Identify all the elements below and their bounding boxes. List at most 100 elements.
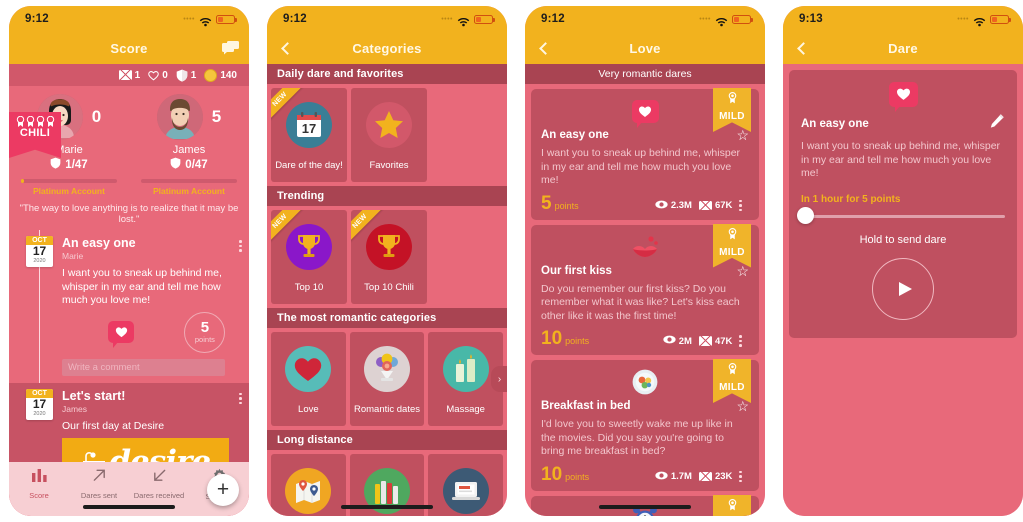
back-chevron-icon[interactable] (525, 41, 563, 55)
hold-instruction: Hold to send dare (859, 233, 947, 246)
back-chevron-icon[interactable] (783, 41, 821, 55)
stat-messages-value: 1 (134, 69, 141, 81)
home-indicator (341, 505, 433, 509)
tab-dares-received[interactable]: Dares received (129, 468, 189, 500)
feed-item[interactable]: OCT 17 2020 An easy one Marie I want you… (9, 230, 249, 383)
category-label: Favorites (369, 160, 409, 171)
bouquet-icon (364, 346, 410, 392)
battery-icon (216, 14, 237, 24)
comment-placeholder: Write a comment (68, 361, 140, 373)
category-label: Top 10 (294, 282, 324, 293)
category-card-favorites[interactable]: Favorites (351, 88, 427, 182)
send-arrow-icon (898, 281, 912, 296)
status-bar: 9:13 •••• (783, 6, 1023, 32)
back-chevron-icon[interactable] (267, 41, 305, 55)
category-card-top-10-chili[interactable]: NEW Top 10 Chili (351, 210, 427, 304)
quote-text: "The way to love anything is to realize … (19, 203, 239, 225)
dare-title-row: An easy one (801, 113, 1005, 134)
category-label: Dare of the day! (275, 160, 343, 171)
feed-author: James (62, 403, 88, 414)
sends-metric: 67K (698, 200, 732, 211)
signal-dots-icon: •••• (183, 15, 195, 23)
dare-title: An easy one (801, 117, 869, 130)
dare-slider-label: In 1 hour for 5 points (801, 193, 901, 205)
stat-likes[interactable]: 0 (148, 70, 168, 81)
stat-shield[interactable]: 1 (176, 69, 196, 82)
views-value: 2M (678, 335, 692, 347)
difficulty-flag: MILD (713, 359, 751, 403)
stat-messages[interactable]: 1 (118, 69, 141, 81)
battery-icon (732, 14, 753, 24)
dare-description: I want you to sneak up behind me, whispe… (541, 147, 741, 186)
signal-dots-icon: •••• (441, 15, 453, 23)
feed-title: An easy one (62, 236, 136, 250)
category-card-top-10[interactable]: NEW Top 10 (271, 210, 347, 304)
envelope-icon (698, 200, 712, 211)
battery-icon (474, 14, 495, 24)
star-outline-icon[interactable]: ☆ (736, 264, 749, 278)
tab-score[interactable]: Score (9, 468, 69, 500)
dare-footer: 5 points 2.3M 67K (541, 194, 749, 213)
dare-card[interactable]: MILD Breakfast in bed ☆ I'd love you to … (531, 359, 759, 491)
dare-overflow-menu[interactable] (739, 470, 749, 483)
difficulty-flag: MILD (713, 494, 751, 516)
category-card-long-distance-1[interactable] (271, 454, 346, 516)
send-dare-button[interactable] (872, 257, 934, 320)
status-time: 9:12 (25, 13, 49, 25)
heart-icon (285, 346, 332, 392)
chevron-right-icon[interactable]: › (491, 366, 507, 392)
dare-description: I want you to sneak up behind me, whispe… (801, 140, 1001, 179)
player-shield-stat: 1/47 (50, 157, 88, 172)
pencil-icon[interactable] (989, 113, 1005, 134)
star-icon (366, 102, 412, 148)
slider-knob[interactable] (797, 207, 814, 224)
heart-bubble-icon (801, 79, 1005, 112)
status-indicators: •••• (183, 14, 237, 27)
dare-description: I'd love you to sweetly wake me up like … (541, 418, 733, 457)
signal-dots-icon: •••• (699, 15, 711, 23)
envelope-icon (698, 471, 712, 482)
tab-dares-sent[interactable]: Dares sent (69, 468, 129, 500)
stat-row: 1 0 1 140 (118, 68, 237, 82)
section-heading: Daily dare and favorites (267, 64, 507, 84)
heart-bubble-icon (108, 321, 134, 348)
avatar[interactable] (156, 94, 203, 140)
activity-feed: OCT 17 2020 An easy one Marie I want you… (9, 230, 249, 506)
nav-bar-score: Score (9, 32, 249, 64)
points-value: 10 (541, 463, 563, 485)
category-card-love[interactable]: Love (271, 332, 346, 426)
status-indicators: •••• (699, 14, 753, 27)
dare-card[interactable]: MILD An easy one ☆ I want you to sneak u… (531, 88, 759, 220)
comment-input[interactable]: Write a comment (62, 358, 226, 376)
dare-overflow-menu[interactable] (739, 199, 749, 212)
stat-coins[interactable]: 140 (204, 68, 237, 82)
score-stats-bar: 1 0 1 140 (9, 64, 249, 86)
categories-body: Daily dare and favorites NEW 17 Dare of … (267, 64, 507, 516)
player-card-james[interactable]: 5 James 0/47 Platinum Account (129, 94, 249, 196)
dare-time-slider[interactable] (797, 207, 1005, 224)
player-progress-bar (141, 179, 237, 183)
difficulty-flag: MILD (713, 223, 751, 268)
dare-card[interactable]: MILD Our first kiss ☆ Do you remember ou… (531, 223, 759, 355)
category-card-romantic-dates[interactable]: Romantic dates (349, 332, 425, 426)
star-outline-icon[interactable]: ☆ (736, 399, 749, 413)
add-dare-button[interactable]: + (207, 474, 239, 506)
dare-title: An easy one (541, 129, 609, 141)
date-day: 17 (32, 396, 47, 411)
chat-bubbles-icon[interactable] (211, 41, 249, 55)
date-badge: OCT 17 2020 (26, 388, 53, 420)
category-card-long-distance-3[interactable] (428, 454, 504, 516)
trophy-purple-icon (286, 224, 332, 270)
dare-title-row: Breakfast in bed ☆ (541, 399, 749, 413)
dare-overflow-menu[interactable] (739, 335, 749, 347)
status-time: 9:12 (283, 13, 307, 25)
star-outline-icon[interactable]: ☆ (736, 128, 749, 142)
category-row: Love Romantic dates Massage › (267, 328, 507, 430)
medal-icon (26, 115, 35, 127)
category-card-dare-of-the-day[interactable]: NEW 17 Dare of the day! (271, 88, 347, 182)
feed-overflow-menu[interactable] (239, 236, 249, 383)
difficulty-label: MILD (719, 111, 745, 122)
dare-body: An easy one I want you to sneak up behin… (783, 70, 1023, 516)
player-score: 0 (91, 107, 102, 126)
category-row: NEW 17 Dare of the day! Favorites (267, 84, 507, 186)
